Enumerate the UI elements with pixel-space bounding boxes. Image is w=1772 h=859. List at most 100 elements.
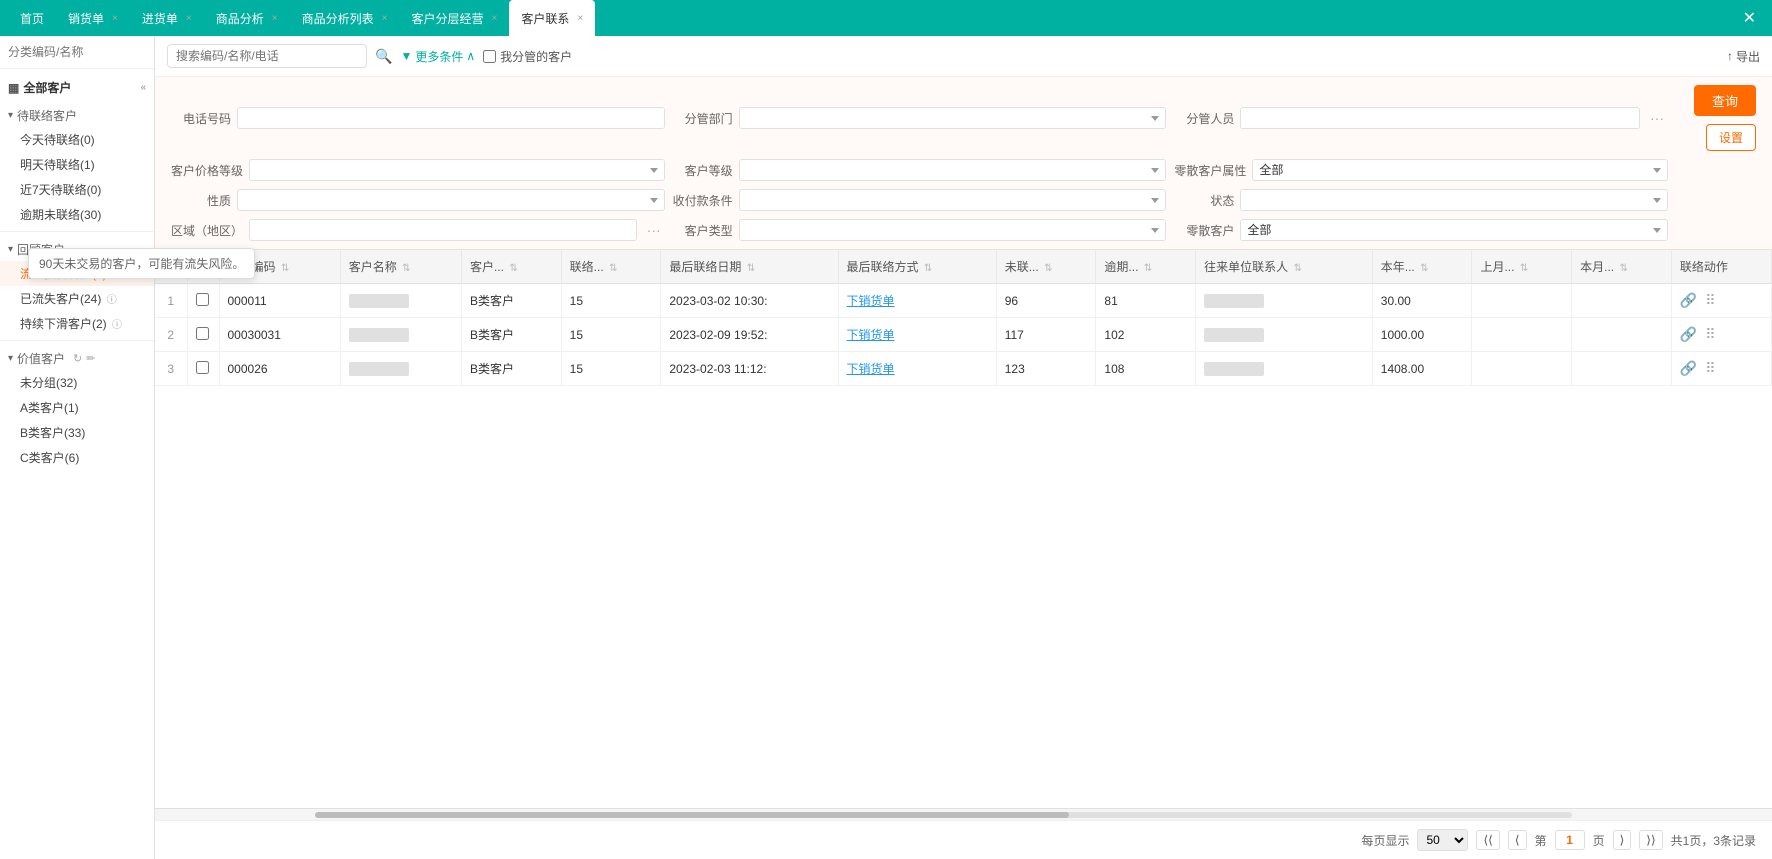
col-this-month[interactable]: 本月... ⇅	[1572, 250, 1672, 284]
sidebar-item-declining[interactable]: 持续下滑客户(2) ⓘ	[0, 311, 154, 336]
first-page-button[interactable]: ⟨⟨	[1476, 830, 1499, 850]
row-type-0: B类客户	[461, 284, 561, 318]
dept-select[interactable]	[739, 107, 1167, 129]
row-last-method-1: 下销货单	[838, 318, 996, 352]
sidebar-item-class-c[interactable]: C类客户(6)	[0, 445, 154, 470]
retail-attr-label: 零散客户属性	[1174, 162, 1246, 179]
action-icon-link-0[interactable]: 🔗	[1680, 292, 1697, 309]
action-icon-menu-0[interactable]: ⠿	[1705, 292, 1715, 309]
sidebar-collapse-btn[interactable]: «	[140, 82, 146, 93]
col-unlink-days[interactable]: 未联... ⇅	[996, 250, 1096, 284]
sidebar-item-class-a[interactable]: A类客户(1)	[0, 395, 154, 420]
col-name[interactable]: 客户名称 ⇅	[340, 250, 461, 284]
customer-type-select[interactable]	[739, 219, 1167, 241]
horizontal-scrollbar[interactable]	[155, 808, 1772, 820]
tab-purchase-order[interactable]: 进货单 ×	[130, 0, 204, 36]
table-header-row: ⚙ 客户编码 ⇅ 客户名称 ⇅	[155, 250, 1772, 284]
next-page-button[interactable]: ⟩	[1613, 830, 1632, 850]
close-tab-purchase-order[interactable]: ×	[186, 13, 192, 24]
tab-customer-tier[interactable]: 客户分层经营 ×	[399, 0, 509, 36]
row-overdue-0: 81	[1096, 284, 1196, 318]
filter-status: 状态	[1174, 189, 1668, 211]
sidebar-item-7days-pending[interactable]: 近7天待联络(0)	[0, 177, 154, 202]
sidebar-item-overdue-pending[interactable]: 逾期未联络(30)	[0, 202, 154, 227]
row-actions-1: 🔗 ⠿	[1671, 318, 1771, 352]
col-last-month[interactable]: 上月... ⇅	[1472, 250, 1572, 284]
col-contact-count[interactable]: 联络... ⇅	[561, 250, 661, 284]
sidebar-search-input[interactable]	[8, 45, 163, 59]
action-icon-menu-2[interactable]: ⠿	[1705, 360, 1715, 377]
prev-page-button[interactable]: ⟨	[1508, 830, 1527, 850]
sidebar-item-churned[interactable]: 已流失客户(24) ⓘ	[0, 286, 154, 311]
window-close-button[interactable]: ✕	[1735, 8, 1764, 28]
refresh-icon[interactable]: ↻	[73, 352, 82, 365]
retail-attr-select[interactable]: 全部	[1252, 159, 1668, 181]
settings-button[interactable]: 设置	[1706, 124, 1756, 151]
tab-product-analysis[interactable]: 商品分析 ×	[204, 0, 290, 36]
status-select[interactable]	[1240, 189, 1668, 211]
manager-input[interactable]	[1240, 107, 1640, 129]
col-type[interactable]: 客户... ⇅	[461, 250, 561, 284]
tab-product-analysis-list[interactable]: 商品分析列表 ×	[290, 0, 400, 36]
my-customers-filter[interactable]: 我分管的客户	[483, 48, 572, 65]
action-icon-menu-1[interactable]: ⠿	[1705, 326, 1715, 343]
my-customers-checkbox[interactable]	[483, 50, 496, 63]
search-button[interactable]: 🔍	[375, 48, 392, 65]
row-thisyear-2: 1408.00	[1372, 352, 1472, 386]
query-button[interactable]: 查询	[1694, 85, 1756, 116]
filter-row-4: 区域（地区） ··· 客户类型 零散客户 全部	[171, 219, 1756, 241]
close-tab-customer-tier[interactable]: ×	[491, 13, 497, 24]
filter-action-col: 查询 设置	[1676, 85, 1756, 151]
sidebar-all-customers[interactable]: ▦ 全部客户 «	[0, 73, 154, 102]
payment-select[interactable]	[739, 189, 1167, 211]
tab-sales-order[interactable]: 销货单 ×	[56, 0, 130, 36]
row-contacts-0	[1196, 284, 1373, 318]
action-icon-link-1[interactable]: 🔗	[1680, 326, 1697, 343]
price-level-select[interactable]	[249, 159, 665, 181]
col-overdue[interactable]: 逾期... ⇅	[1096, 250, 1196, 284]
sidebar-item-class-b[interactable]: B类客户(33)	[0, 420, 154, 445]
last-page-button[interactable]: ⟩⟩	[1639, 830, 1662, 850]
row-last-method-2: 下销货单	[838, 352, 996, 386]
row-contacts-2	[1196, 352, 1373, 386]
chevron-down-icon: ∧	[466, 49, 475, 63]
action-icon-link-2[interactable]: 🔗	[1680, 360, 1697, 377]
export-button[interactable]: ↑ 导出	[1727, 48, 1760, 65]
search-input[interactable]	[167, 44, 367, 68]
page-number-input[interactable]	[1555, 830, 1585, 850]
more-conditions-button[interactable]: ▼ 更多条件 ∧	[400, 48, 475, 65]
row-select-checkbox-1[interactable]	[196, 327, 209, 340]
col-last-contact-date[interactable]: 最后联络日期 ⇅	[661, 250, 838, 284]
nature-select[interactable]	[237, 189, 665, 211]
tab-customer-contact[interactable]: 客户联系 ×	[509, 0, 595, 36]
manager-dots-btn[interactable]: ···	[1646, 110, 1668, 126]
edit-icon[interactable]: ✏	[86, 352, 95, 365]
col-contacts[interactable]: 往来单位联系人 ⇅	[1196, 250, 1373, 284]
region-input[interactable]	[249, 219, 637, 241]
close-tab-sales-order[interactable]: ×	[112, 13, 118, 24]
retail-customer-select[interactable]: 全部	[1240, 219, 1668, 241]
grid-icon: ▦	[8, 81, 19, 95]
row-num-1: 2	[155, 318, 187, 352]
filter-phone: 电话号码	[171, 107, 665, 129]
tab-home[interactable]: 首页	[8, 0, 56, 36]
row-thisyear-1: 1000.00	[1372, 318, 1472, 352]
customer-level-select[interactable]	[739, 159, 1167, 181]
close-tab-product-analysis-list[interactable]: ×	[382, 13, 388, 24]
row-select-checkbox-0[interactable]	[196, 293, 209, 306]
sidebar-item-today-pending[interactable]: 今天待联络(0)	[0, 127, 154, 152]
per-page-select[interactable]: 50 100	[1417, 829, 1468, 851]
row-select-checkbox-2[interactable]	[196, 361, 209, 374]
section-pending-contact[interactable]: ▾ 待联络客户	[0, 102, 154, 127]
col-last-contact-method[interactable]: 最后联络方式 ⇅	[838, 250, 996, 284]
phone-input[interactable]	[237, 107, 665, 129]
close-tab-customer-contact[interactable]: ×	[577, 13, 583, 24]
sidebar-item-tomorrow-pending[interactable]: 明天待联络(1)	[0, 152, 154, 177]
advanced-filter-panel: 电话号码 分管部门 分管人员 ··· 查询 设置	[155, 77, 1772, 250]
scrollbar-thumb[interactable]	[315, 812, 1069, 818]
region-dots-btn[interactable]: ···	[643, 222, 665, 238]
close-tab-product-analysis[interactable]: ×	[272, 13, 278, 24]
sidebar-item-ungrouped[interactable]: 未分组(32)	[0, 370, 154, 395]
section-value-customers[interactable]: ▾ 价值客户 ↻ ✏	[0, 345, 154, 370]
col-this-year[interactable]: 本年... ⇅	[1372, 250, 1472, 284]
